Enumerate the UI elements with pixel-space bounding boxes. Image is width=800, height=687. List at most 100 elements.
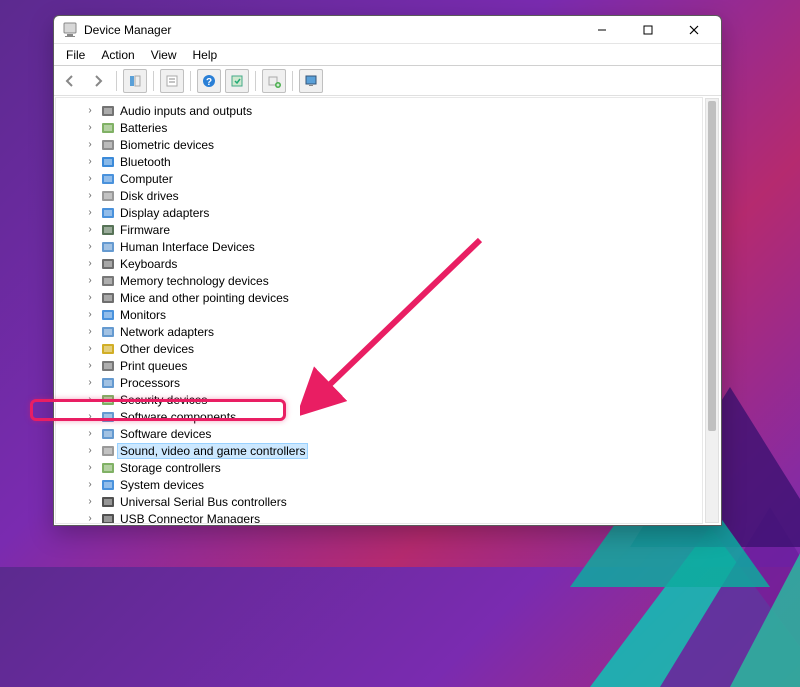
chevron-right-icon[interactable]: › [84, 462, 96, 473]
vertical-scrollbar[interactable] [705, 98, 719, 523]
toolbar-separator [292, 71, 293, 91]
tree-item[interactable]: › Other devices [56, 340, 698, 357]
device-category-icon [100, 103, 116, 119]
chevron-right-icon[interactable]: › [84, 207, 96, 218]
chevron-right-icon[interactable]: › [84, 479, 96, 490]
menu-action[interactable]: Action [93, 46, 142, 64]
chevron-right-icon[interactable]: › [84, 224, 96, 235]
titlebar[interactable]: Device Manager [54, 16, 721, 44]
tree-item[interactable]: ›Computer [56, 170, 698, 187]
tree-item-label: USB Connector Managers [120, 512, 260, 525]
chevron-right-icon[interactable]: › [84, 394, 96, 405]
svg-text:?: ? [206, 77, 212, 88]
chevron-right-icon[interactable]: › [84, 139, 96, 150]
tree-item-label: Keyboards [120, 257, 177, 271]
chevron-right-icon[interactable]: › [84, 105, 96, 116]
device-category-icon [100, 205, 116, 221]
chevron-right-icon[interactable]: › [84, 122, 96, 133]
window-controls [579, 16, 717, 43]
tree-item[interactable]: ›Disk drives [56, 187, 698, 204]
device-category-icon [100, 256, 116, 272]
tree-item[interactable]: ›Sound, video and game controllers [56, 442, 698, 459]
menu-help[interactable]: Help [185, 46, 226, 64]
device-category-icon [100, 137, 116, 153]
chevron-right-icon[interactable]: › [84, 309, 96, 320]
tree-item[interactable]: › Software components [56, 408, 698, 425]
tree-item[interactable]: › Mice and other pointing devices [56, 289, 698, 306]
chevron-right-icon[interactable]: › [84, 190, 96, 201]
chevron-right-icon[interactable]: › [84, 411, 96, 422]
monitor-button[interactable] [299, 69, 323, 93]
tree-item[interactable]: ›Display adapters [56, 204, 698, 221]
chevron-right-icon[interactable]: › [84, 377, 96, 388]
tree-item[interactable]: ›Batteries [56, 119, 698, 136]
tree-item[interactable]: › Human Interface Devices [56, 238, 698, 255]
tree-item[interactable]: › Universal Serial Bus controllers [56, 493, 698, 510]
tree-view[interactable]: ›Audio inputs and outputs›Batteries›Biom… [55, 97, 703, 524]
tree-item[interactable]: ›Memory technology devices [56, 272, 698, 289]
device-category-icon [100, 324, 116, 340]
chevron-right-icon[interactable]: › [84, 275, 96, 286]
chevron-right-icon[interactable]: › [84, 241, 96, 252]
device-category-icon [100, 511, 116, 525]
tree-item[interactable]: › USB Connector Managers [56, 510, 698, 524]
tree-item[interactable]: ›Processors [56, 374, 698, 391]
properties-button[interactable] [160, 69, 184, 93]
device-category-icon [100, 307, 116, 323]
device-category-icon [100, 273, 116, 289]
tree-item[interactable]: ›Security devices [56, 391, 698, 408]
tree-item[interactable]: ›Firmware [56, 221, 698, 238]
tree-item[interactable]: › Keyboards [56, 255, 698, 272]
chevron-right-icon[interactable]: › [84, 445, 96, 456]
show-hide-button[interactable] [123, 69, 147, 93]
device-category-icon [100, 460, 116, 476]
chevron-right-icon[interactable]: › [84, 513, 96, 524]
tree-item[interactable]: ›Print queues [56, 357, 698, 374]
chevron-right-icon[interactable]: › [84, 496, 96, 507]
chevron-right-icon[interactable]: › [84, 173, 96, 184]
device-category-icon [100, 409, 116, 425]
chevron-right-icon[interactable]: › [84, 326, 96, 337]
menu-file[interactable]: File [58, 46, 93, 64]
minimize-button[interactable] [579, 16, 625, 43]
device-category-icon [100, 477, 116, 493]
menu-view[interactable]: View [143, 46, 185, 64]
device-category-icon [100, 120, 116, 136]
device-category-icon [100, 188, 116, 204]
toolbar: ? [54, 66, 721, 96]
tree-item[interactable]: ›Storage controllers [56, 459, 698, 476]
scrollbar-thumb[interactable] [708, 101, 716, 431]
forward-button[interactable] [86, 69, 110, 93]
tree-item-label: Network adapters [120, 325, 214, 339]
tree-item-label: Bluetooth [120, 155, 171, 169]
scan-button[interactable] [225, 69, 249, 93]
tree-item[interactable]: › Network adapters [56, 323, 698, 340]
device-manager-window: Device Manager File Action View Help ? ›… [53, 15, 722, 526]
tree-item[interactable]: ›System devices [56, 476, 698, 493]
tree-item-label: Biometric devices [120, 138, 214, 152]
device-category-icon [100, 154, 116, 170]
help-button[interactable]: ? [197, 69, 221, 93]
back-button[interactable] [58, 69, 82, 93]
tree-item[interactable]: › Biometric devices [56, 136, 698, 153]
chevron-right-icon[interactable]: › [84, 360, 96, 371]
tree-item-label: Software components [120, 410, 236, 424]
device-category-icon [100, 222, 116, 238]
maximize-button[interactable] [625, 16, 671, 43]
tree-item-label: Audio inputs and outputs [120, 104, 252, 118]
tree-item[interactable]: ›Monitors [56, 306, 698, 323]
tree-item-label: Other devices [120, 342, 194, 356]
chevron-right-icon[interactable]: › [84, 428, 96, 439]
tree-item-label: Human Interface Devices [120, 240, 255, 254]
tree-item-label: Mice and other pointing devices [120, 291, 289, 305]
chevron-right-icon[interactable]: › [84, 292, 96, 303]
chevron-right-icon[interactable]: › [84, 156, 96, 167]
chevron-right-icon[interactable]: › [84, 343, 96, 354]
close-button[interactable] [671, 16, 717, 43]
chevron-right-icon[interactable]: › [84, 258, 96, 269]
tree-item[interactable]: › Bluetooth [56, 153, 698, 170]
tree-item[interactable]: › Audio inputs and outputs [56, 102, 698, 119]
tree-item-label: Universal Serial Bus controllers [120, 495, 287, 509]
tree-item[interactable]: ›Software devices [56, 425, 698, 442]
add-hardware-button[interactable] [262, 69, 286, 93]
